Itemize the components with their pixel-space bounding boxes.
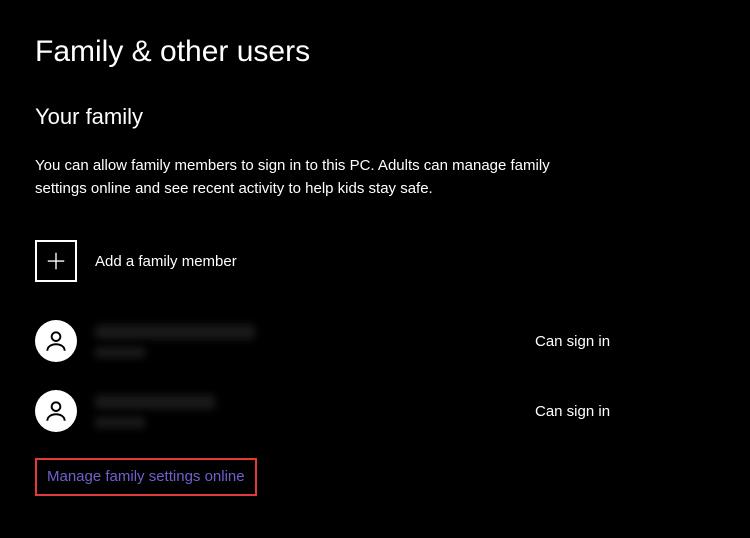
your-family-description: You can allow family members to sign in … xyxy=(35,155,585,200)
person-icon xyxy=(35,320,77,362)
family-member-status: Can sign in xyxy=(535,333,715,350)
family-member-row[interactable]: Can sign in xyxy=(35,312,715,370)
family-member-name-redacted xyxy=(95,325,255,339)
person-icon xyxy=(35,390,77,432)
your-family-heading: Your family xyxy=(35,104,715,130)
add-family-member-button[interactable]: Add a family member xyxy=(35,240,715,282)
plus-icon xyxy=(35,240,77,282)
family-member-info xyxy=(95,395,535,428)
family-member-sub-redacted xyxy=(95,347,145,358)
family-member-info xyxy=(95,325,535,358)
family-member-name-redacted xyxy=(95,395,215,409)
family-member-status: Can sign in xyxy=(535,403,715,420)
add-family-member-label: Add a family member xyxy=(95,253,237,270)
manage-family-settings-link-highlight: Manage family settings online xyxy=(35,458,257,496)
family-member-row[interactable]: Can sign in xyxy=(35,382,715,440)
page-title: Family & other users xyxy=(35,35,715,69)
family-member-sub-redacted xyxy=(95,417,145,428)
manage-family-settings-link[interactable]: Manage family settings online xyxy=(47,468,245,485)
